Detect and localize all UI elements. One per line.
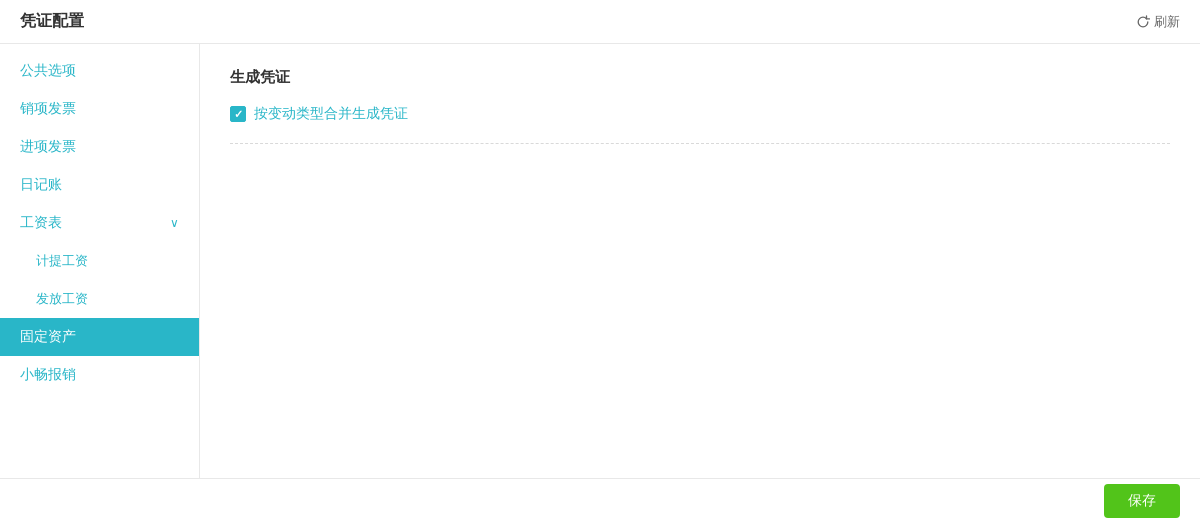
merge-by-type-label[interactable]: 按变动类型合并生成凭证: [254, 105, 408, 123]
sidebar-item-payroll-pay[interactable]: 发放工资: [0, 280, 199, 318]
save-button[interactable]: 保存: [1104, 484, 1180, 518]
checkbox-row: 按变动类型合并生成凭证: [230, 105, 1170, 123]
sidebar-item-purchase-invoice[interactable]: 进项发票: [0, 128, 199, 166]
sidebar-item-sales-invoice[interactable]: 销项发票: [0, 90, 199, 128]
sidebar-item-payroll-calc[interactable]: 计提工资: [0, 242, 199, 280]
sidebar-label: 日记账: [20, 176, 62, 194]
refresh-icon: [1136, 15, 1150, 29]
sidebar-item-payroll-table[interactable]: 工资表 ∨: [0, 204, 199, 242]
page-footer: 保存: [0, 478, 1200, 522]
section-title: 生成凭证: [230, 68, 1170, 87]
page-header: 凭证配置 刷新: [0, 0, 1200, 44]
merge-by-type-checkbox[interactable]: [230, 106, 246, 122]
sidebar-label: 固定资产: [20, 328, 76, 346]
sidebar-label: 销项发票: [20, 100, 76, 118]
sidebar-item-expense-report[interactable]: 小畅报销: [0, 356, 199, 394]
main-content: 生成凭证 按变动类型合并生成凭证: [200, 44, 1200, 478]
main-layout: 公共选项 销项发票 进项发票 日记账 工资表 ∨ 计提工资 发放工资 固定资产 …: [0, 44, 1200, 478]
refresh-button[interactable]: 刷新: [1136, 13, 1180, 31]
sidebar-label: 发放工资: [36, 290, 88, 308]
sidebar-item-public-options[interactable]: 公共选项: [0, 52, 199, 90]
sidebar: 公共选项 销项发票 进项发票 日记账 工资表 ∨ 计提工资 发放工资 固定资产 …: [0, 44, 200, 478]
sidebar-item-journal[interactable]: 日记账: [0, 166, 199, 204]
sidebar-label: 小畅报销: [20, 366, 76, 384]
sidebar-label: 工资表: [20, 214, 62, 232]
sidebar-label: 进项发票: [20, 138, 76, 156]
section-divider: [230, 143, 1170, 144]
chevron-down-icon: ∨: [170, 216, 179, 230]
sidebar-label: 公共选项: [20, 62, 76, 80]
page-title: 凭证配置: [20, 11, 84, 32]
sidebar-item-fixed-assets[interactable]: 固定资产: [0, 318, 199, 356]
refresh-label: 刷新: [1154, 13, 1180, 31]
sidebar-label: 计提工资: [36, 252, 88, 270]
